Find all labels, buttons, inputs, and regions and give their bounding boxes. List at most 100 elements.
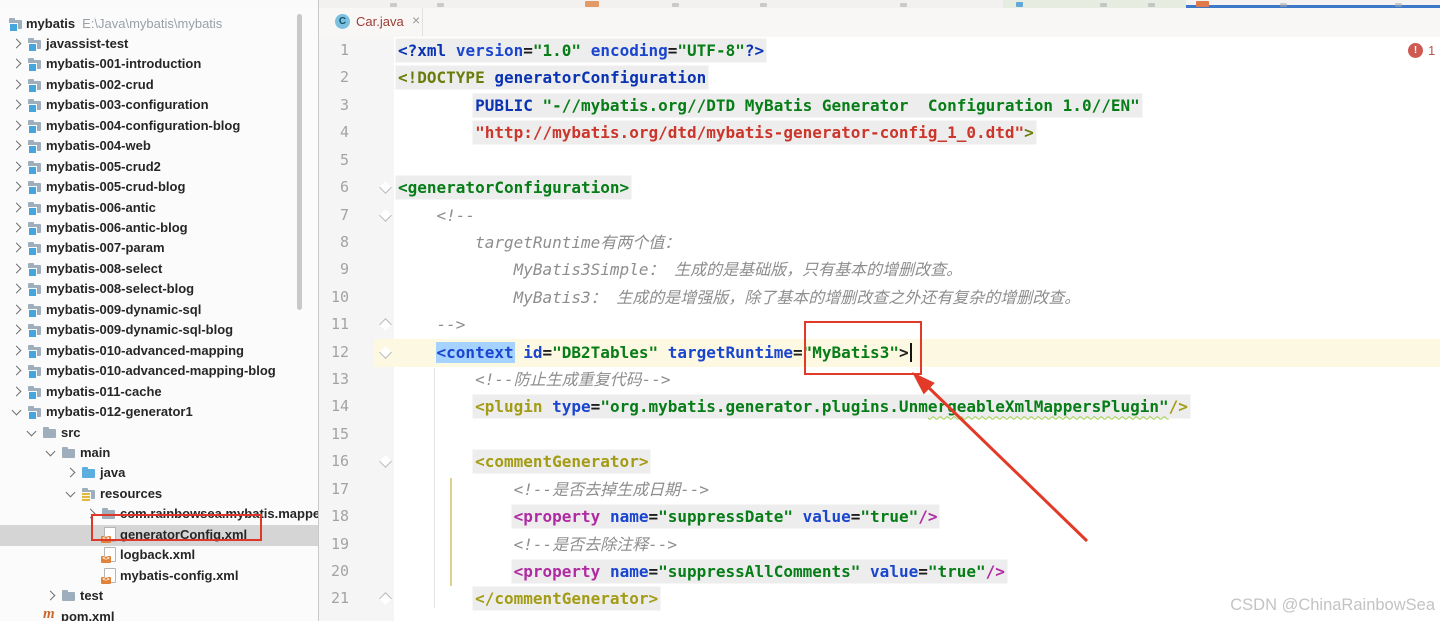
java-source-folder-icon xyxy=(81,465,97,481)
close-icon[interactable]: × xyxy=(412,12,420,28)
xml-file-icon xyxy=(101,568,117,584)
error-icon: ! xyxy=(1408,43,1423,58)
tree-item-label: java xyxy=(100,465,125,480)
line-number: 18 xyxy=(317,503,349,530)
tree-item-resources[interactable]: resources xyxy=(0,484,318,505)
tree-item-mybatis-001-introduction[interactable]: mybatis-001-introduction xyxy=(0,54,318,75)
chevron-right-icon[interactable] xyxy=(12,202,22,212)
line-number: 2 xyxy=(317,64,349,91)
tree-item-label: mybatis-011-cache xyxy=(46,384,162,399)
tree-item-mybatis-004-configuration-blog[interactable]: mybatis-004-configuration-blog xyxy=(0,116,318,137)
chevron-right-icon[interactable] xyxy=(12,223,22,233)
chevron-down-icon[interactable] xyxy=(66,487,76,497)
xml-file-icon xyxy=(101,547,117,563)
chevron-down-icon[interactable] xyxy=(27,426,37,436)
module-folder-icon xyxy=(27,220,43,236)
code-line-10: MyBatis3： 生成的是增强版，除了基本的增删改查之外还有复杂的增删改查。 xyxy=(398,284,1080,311)
chevron-right-icon[interactable] xyxy=(12,325,22,335)
module-folder-icon xyxy=(8,16,24,32)
line-number: 21 xyxy=(317,585,349,612)
chevron-right-icon[interactable] xyxy=(12,79,22,89)
tree-item-label: mybatis-001-introduction xyxy=(46,56,201,71)
tree-item-mybatis-011-cache[interactable]: mybatis-011-cache xyxy=(0,382,318,403)
tree-item-javassist-test[interactable]: javassist-test xyxy=(0,34,318,55)
chevron-right-icon[interactable] xyxy=(12,100,22,110)
toolbar-remnant-left xyxy=(0,0,318,8)
inspections-widget[interactable]: ! 1 xyxy=(1408,43,1440,61)
tree-item-mybatis-004-web[interactable]: mybatis-004-web xyxy=(0,136,318,157)
tree-item-mybatis-008-select[interactable]: mybatis-008-select xyxy=(0,259,318,280)
module-folder-icon xyxy=(27,118,43,134)
tree-item-mybatis-002-crud[interactable]: mybatis-002-crud xyxy=(0,75,318,96)
chevron-down-icon[interactable] xyxy=(12,406,22,416)
tab-text-remnant xyxy=(390,3,397,7)
code-line-20: <property name="suppressAllComments" val… xyxy=(398,558,1005,585)
tree-item-test[interactable]: test xyxy=(0,586,318,607)
tree-scrollbar[interactable] xyxy=(297,14,302,310)
tab-remnant-green[interactable] xyxy=(1003,0,1186,8)
chevron-right-icon[interactable] xyxy=(12,120,22,130)
line-number: 6 xyxy=(317,174,349,201)
tree-item-main[interactable]: main xyxy=(0,443,318,464)
chevron-right-icon[interactable] xyxy=(12,161,22,171)
tree-item-mybatis-config-xml[interactable]: mybatis-config.xml xyxy=(0,566,318,587)
tab-car-java[interactable]: C Car.java × xyxy=(326,8,422,36)
module-folder-icon xyxy=(27,159,43,175)
tree-item-label: main xyxy=(80,445,110,460)
tree-item-mybatis-010-advanced-mapping-blog[interactable]: mybatis-010-advanced-mapping-blog xyxy=(0,361,318,382)
tree-item-mybatis-012-generator1[interactable]: mybatis-012-generator1 xyxy=(0,402,318,423)
chevron-right-icon[interactable] xyxy=(12,366,22,376)
chevron-right-icon[interactable] xyxy=(46,591,56,601)
tree-item-mybatis-009-dynamic-sql-blog[interactable]: mybatis-009-dynamic-sql-blog xyxy=(0,320,318,341)
chevron-right-icon[interactable] xyxy=(12,386,22,396)
tree-item-mybatis-006-antic-blog[interactable]: mybatis-006-antic-blog xyxy=(0,218,318,239)
tree-item-mybatis-009-dynamic-sql[interactable]: mybatis-009-dynamic-sql xyxy=(0,300,318,321)
line-number: 8 xyxy=(317,229,349,256)
tree-item-mybatis-005-crud-blog[interactable]: mybatis-005-crud-blog xyxy=(0,177,318,198)
line-number: 15 xyxy=(317,421,349,448)
editor-tab-bar: C Car.java × xyxy=(319,8,1440,38)
line-number: 4 xyxy=(317,119,349,146)
tree-item-mybatis-006-antic[interactable]: mybatis-006-antic xyxy=(0,198,318,219)
tree-item-mybatis-007-param[interactable]: mybatis-007-param xyxy=(0,238,318,259)
tab-file-icon xyxy=(1196,1,1209,7)
tab-text-remnant xyxy=(760,3,767,7)
tree-item-label: mybatisE:\Java\mybatis\mybatis xyxy=(26,16,222,31)
code-line-6: <generatorConfiguration> xyxy=(398,174,629,201)
module-folder-icon xyxy=(27,281,43,297)
code-line-2: <!DOCTYPE generatorConfiguration xyxy=(398,64,706,91)
module-folder-icon xyxy=(27,384,43,400)
tree-item-label: resources xyxy=(100,486,162,501)
tab-text-remnant xyxy=(1280,3,1287,7)
resources-folder-icon xyxy=(81,486,97,502)
chevron-right-icon[interactable] xyxy=(66,468,76,478)
tree-item-label: pom.xml xyxy=(61,609,114,621)
chevron-right-icon[interactable] xyxy=(12,38,22,48)
chevron-right-icon[interactable] xyxy=(12,182,22,192)
code-line-16: <commentGenerator> xyxy=(398,448,648,475)
tree-item-src[interactable]: src xyxy=(0,423,318,444)
folder-icon xyxy=(61,588,77,604)
chevron-right-icon[interactable] xyxy=(12,243,22,253)
code-line-7: <!-- xyxy=(398,202,475,229)
module-folder-icon xyxy=(27,138,43,154)
tree-item-pom-xml[interactable]: pom.xml xyxy=(0,607,318,621)
tree-item-mybatis-008-select-blog[interactable]: mybatis-008-select-blog xyxy=(0,279,318,300)
chevron-right-icon[interactable] xyxy=(12,345,22,355)
tree-item-logback-xml[interactable]: logback.xml xyxy=(0,545,318,566)
chevron-right-icon[interactable] xyxy=(12,284,22,294)
chevron-right-icon[interactable] xyxy=(12,59,22,69)
tab-text-remnant xyxy=(1148,3,1155,7)
tree-item-mybatis-005-crud2[interactable]: mybatis-005-crud2 xyxy=(0,157,318,178)
chevron-down-icon[interactable] xyxy=(46,446,56,456)
chevron-right-icon[interactable] xyxy=(12,304,22,314)
module-folder-icon xyxy=(27,200,43,216)
chevron-right-icon[interactable] xyxy=(12,263,22,273)
tree-item-java[interactable]: java xyxy=(0,463,318,484)
tree-item-mybatis[interactable]: mybatisE:\Java\mybatis\mybatis xyxy=(0,14,318,35)
tree-item-mybatis-010-advanced-mapping[interactable]: mybatis-010-advanced-mapping xyxy=(0,341,318,362)
module-folder-icon xyxy=(27,97,43,113)
tree-item-label: mybatis-004-configuration-blog xyxy=(46,118,240,133)
tree-item-mybatis-003-configuration[interactable]: mybatis-003-configuration xyxy=(0,95,318,116)
chevron-right-icon[interactable] xyxy=(12,141,22,151)
